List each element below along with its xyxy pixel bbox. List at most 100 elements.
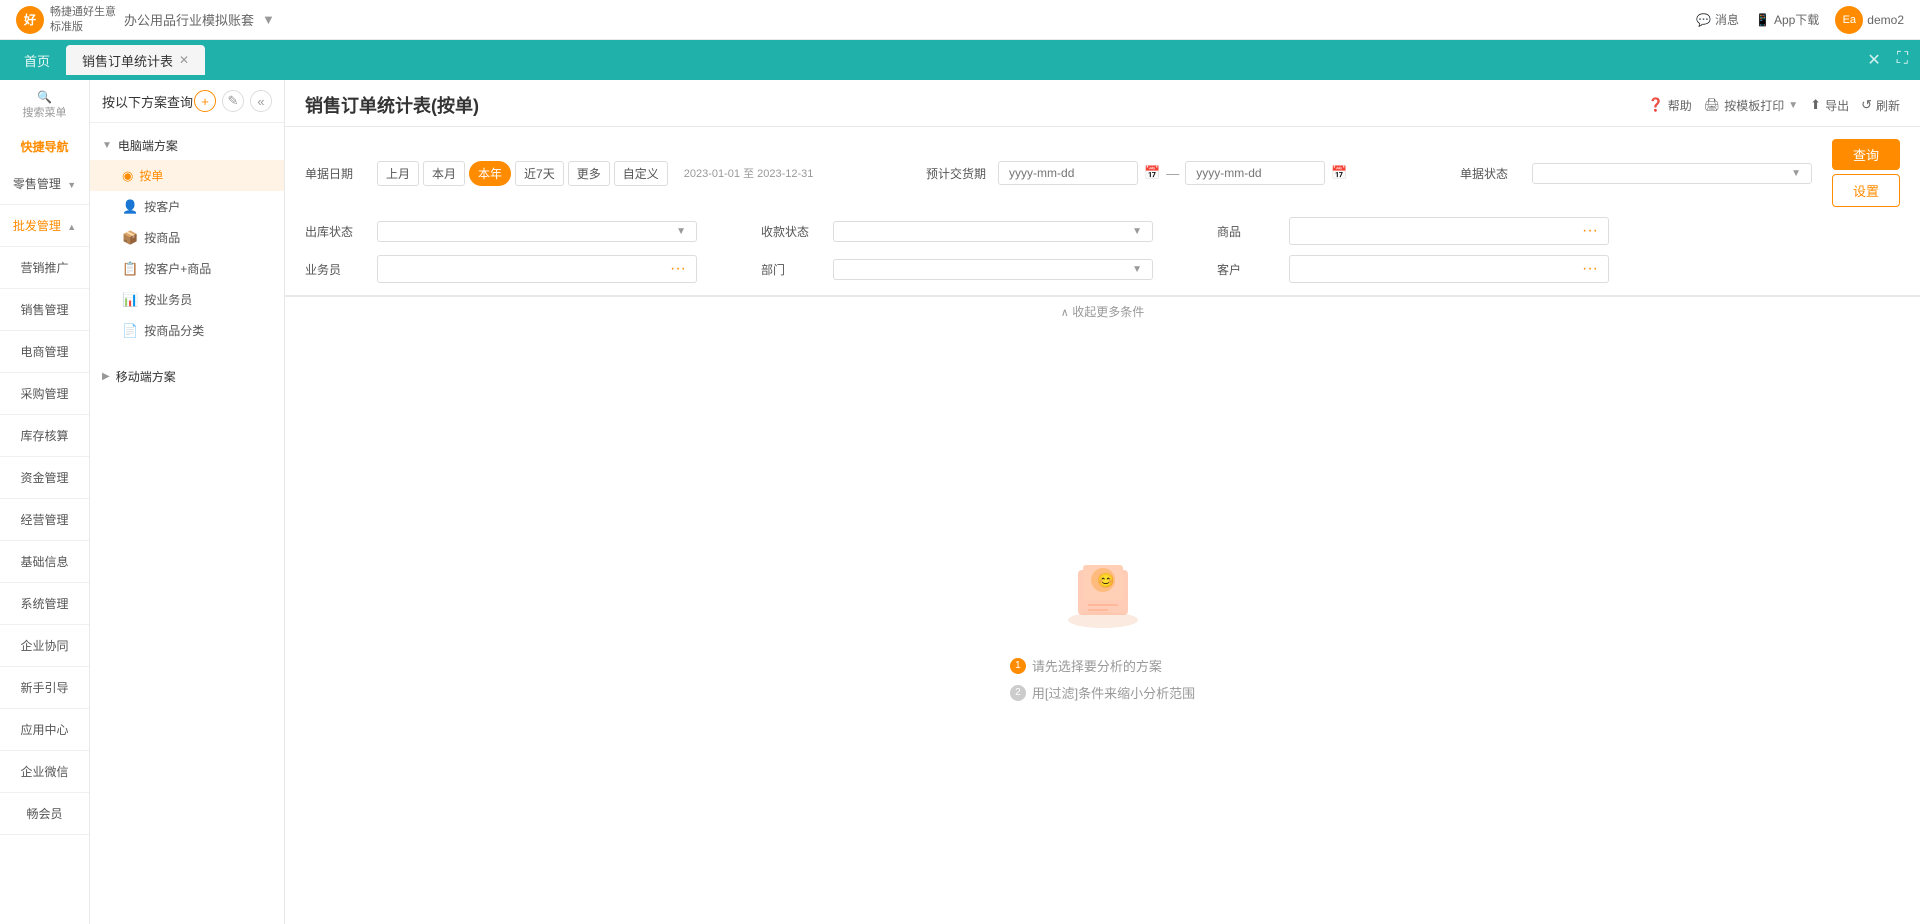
date-btn-more[interactable]: 更多 xyxy=(568,161,610,186)
collapse-button[interactable]: ∧ 收起更多条件 xyxy=(285,296,1920,326)
tab-sales-order[interactable]: 销售订单统计表 ✕ xyxy=(66,45,205,75)
category-icon: 📄 xyxy=(122,323,138,339)
delivery-status-select[interactable]: ▼ xyxy=(377,221,697,242)
sidebar-item-purchase[interactable]: 采购管理 xyxy=(0,373,89,415)
date-range-text: 2023-01-01 至 2023-12-31 xyxy=(684,165,814,181)
sidebar-search[interactable]: 🔍 搜索菜单 xyxy=(0,80,89,130)
collapse-panel-button[interactable]: « xyxy=(250,90,272,112)
product-icon: 📦 xyxy=(122,230,138,246)
tab-close-icon[interactable]: ✕ xyxy=(179,53,189,67)
content-area: 按以下方案查询 + ✎ « ▼ 电脑端方案 ◉ 按单 👤 按客户 xyxy=(90,80,1920,924)
logo-text: 畅捷通好生意 标准版 xyxy=(50,5,116,34)
tree-item-by-customer[interactable]: 👤 按客户 xyxy=(90,191,284,222)
status-select[interactable]: ▼ xyxy=(1532,163,1812,184)
empty-illustration: 😊 xyxy=(1053,540,1153,640)
tree-parent-mobile[interactable]: ▶ 移动端方案 xyxy=(90,362,284,391)
date-btn-this-year[interactable]: 本年 xyxy=(469,161,511,186)
payment-status-select[interactable]: ▼ xyxy=(833,221,1153,242)
dropdown-icon[interactable]: ▼ xyxy=(262,12,275,27)
left-panel-header: 按以下方案查询 + ✎ « xyxy=(90,80,284,123)
help-button[interactable]: ❓ 帮助 xyxy=(1648,97,1692,114)
left-panel-actions: + ✎ « xyxy=(194,90,272,112)
sidebar-item-wechat[interactable]: 企业微信 xyxy=(0,751,89,793)
sidebar-item-system[interactable]: 系统管理 xyxy=(0,583,89,625)
tab-home-label: 首页 xyxy=(24,51,50,70)
product-select[interactable]: ··· xyxy=(1289,217,1609,245)
filter-area: 单据日期 上月 本月 本年 近7天 更多 自定义 2023-01-01 至 20… xyxy=(285,127,1920,296)
template-print-button[interactable]: 🖨 按模板打印 ▼ xyxy=(1704,97,1798,114)
tree-item-by-category[interactable]: 📄 按商品分类 xyxy=(90,315,284,346)
sidebar-item-basic[interactable]: 基础信息 xyxy=(0,541,89,583)
user-area[interactable]: Ea demo2 xyxy=(1835,6,1904,34)
sidebar-item-ecommerce[interactable]: 电商管理 xyxy=(0,331,89,373)
customer-more-icon[interactable]: ··· xyxy=(1582,260,1598,278)
tab-close-all-icon[interactable]: ✕ xyxy=(1863,46,1884,74)
top-bar-left: 好 畅捷通好生意 标准版 办公用品行业模拟账套 ▼ xyxy=(16,5,275,34)
date-btn-last-7[interactable]: 近7天 xyxy=(515,161,564,186)
query-button[interactable]: 查询 xyxy=(1832,139,1900,170)
page-header-actions: ❓ 帮助 🖨 按模板打印 ▼ ⬆ 导出 ↺ 刷新 xyxy=(1648,97,1900,114)
left-panel-title: 按以下方案查询 xyxy=(102,92,193,111)
calendar-from-icon[interactable]: 📅 xyxy=(1144,165,1160,181)
department-label: 部门 xyxy=(761,261,821,278)
main-layout: 🔍 搜索菜单 快捷导航 零售管理 批发管理 营销推广 销售管理 电商管理 采购管… xyxy=(0,80,1920,924)
product-more-icon[interactable]: ··· xyxy=(1582,222,1598,240)
tree-item-by-salesperson[interactable]: 📊 按业务员 xyxy=(90,284,284,315)
message-button[interactable]: 💬 消息 xyxy=(1696,11,1739,28)
edit-scheme-button[interactable]: ✎ xyxy=(222,90,244,112)
empty-state: 😊 1 请先选择要分析的方案 2 用[过滤]条件来缩小分析范围 xyxy=(285,326,1920,924)
tree-item-by-order[interactable]: ◉ 按单 xyxy=(90,160,284,191)
sidebar-item-newbie[interactable]: 新手引导 xyxy=(0,667,89,709)
sidebar-item-inventory[interactable]: 库存核算 xyxy=(0,415,89,457)
sidebar-item-finance[interactable]: 资金管理 xyxy=(0,457,89,499)
sidebar-item-marketing[interactable]: 营销推广 xyxy=(0,247,89,289)
sidebar-item-operations[interactable]: 经营管理 xyxy=(0,499,89,541)
date-buttons: 上月 本月 本年 近7天 更多 自定义 xyxy=(377,161,668,186)
date-btn-custom[interactable]: 自定义 xyxy=(614,161,668,186)
tree-parent-pc[interactable]: ▼ 电脑端方案 xyxy=(90,131,284,160)
step2-num: 2 xyxy=(1010,685,1026,701)
add-scheme-button[interactable]: + xyxy=(194,90,216,112)
svg-text:😊: 😊 xyxy=(1097,572,1114,588)
tab-home[interactable]: 首页 xyxy=(8,45,66,75)
tree-section-mobile: ▶ 移动端方案 xyxy=(90,354,284,399)
date-label: 单据日期 xyxy=(305,165,365,182)
date-btn-last-month[interactable]: 上月 xyxy=(377,161,419,186)
customer-select[interactable]: ··· xyxy=(1289,255,1609,283)
salesperson-icon: 📊 xyxy=(122,292,138,308)
salesperson-more-icon[interactable]: ··· xyxy=(670,260,686,278)
sidebar-quick-nav[interactable]: 快捷导航 xyxy=(0,130,89,163)
tree-item-by-cust-prod[interactable]: 📋 按客户+商品 xyxy=(90,253,284,284)
search-icon: 🔍 xyxy=(37,90,52,104)
tree-section-pc: ▼ 电脑端方案 ◉ 按单 👤 按客户 📦 按商品 📋 按客户+商品 xyxy=(90,123,284,354)
sidebar-item-retail[interactable]: 零售管理 xyxy=(0,163,89,205)
sidebar-item-member[interactable]: 畅会员 xyxy=(0,793,89,835)
sidebar: 🔍 搜索菜单 快捷导航 零售管理 批发管理 营销推广 销售管理 电商管理 采购管… xyxy=(0,80,90,924)
empty-step-1: 1 请先选择要分析的方案 xyxy=(1010,656,1195,675)
app-download-button[interactable]: 📱 App下载 xyxy=(1755,11,1819,28)
tree-item-by-product[interactable]: 📦 按商品 xyxy=(90,222,284,253)
download-icon: 📱 xyxy=(1755,13,1770,27)
customer-icon: 👤 xyxy=(122,199,138,215)
refresh-icon: ↺ xyxy=(1861,97,1872,113)
department-select[interactable]: ▼ xyxy=(833,259,1153,280)
salesperson-select[interactable]: ··· xyxy=(377,255,697,283)
date-dash: — xyxy=(1166,166,1179,181)
expected-delivery-to[interactable] xyxy=(1185,161,1325,185)
sidebar-item-sales[interactable]: 销售管理 xyxy=(0,289,89,331)
sidebar-item-corp[interactable]: 企业协同 xyxy=(0,625,89,667)
sidebar-item-apps[interactable]: 应用中心 xyxy=(0,709,89,751)
refresh-button[interactable]: ↺ 刷新 xyxy=(1861,97,1900,114)
tab-fullscreen-icon[interactable]: ⛶ xyxy=(1893,46,1912,74)
calendar-to-icon[interactable]: 📅 xyxy=(1331,165,1347,181)
date-btn-this-month[interactable]: 本月 xyxy=(423,161,465,186)
filter-row-1: 单据日期 上月 本月 本年 近7天 更多 自定义 2023-01-01 至 20… xyxy=(305,139,1900,207)
export-button[interactable]: ⬆ 导出 xyxy=(1810,97,1849,114)
filter-row-3: 业务员 ··· 部门 ▼ 客户 ··· xyxy=(305,255,1900,283)
cust-prod-icon: 📋 xyxy=(122,261,138,277)
print-dropdown-icon[interactable]: ▼ xyxy=(1788,100,1798,111)
sidebar-item-wholesale[interactable]: 批发管理 xyxy=(0,205,89,247)
expected-delivery-from[interactable] xyxy=(998,161,1138,185)
setting-button[interactable]: 设置 xyxy=(1832,174,1900,207)
product-label: 商品 xyxy=(1217,223,1277,240)
